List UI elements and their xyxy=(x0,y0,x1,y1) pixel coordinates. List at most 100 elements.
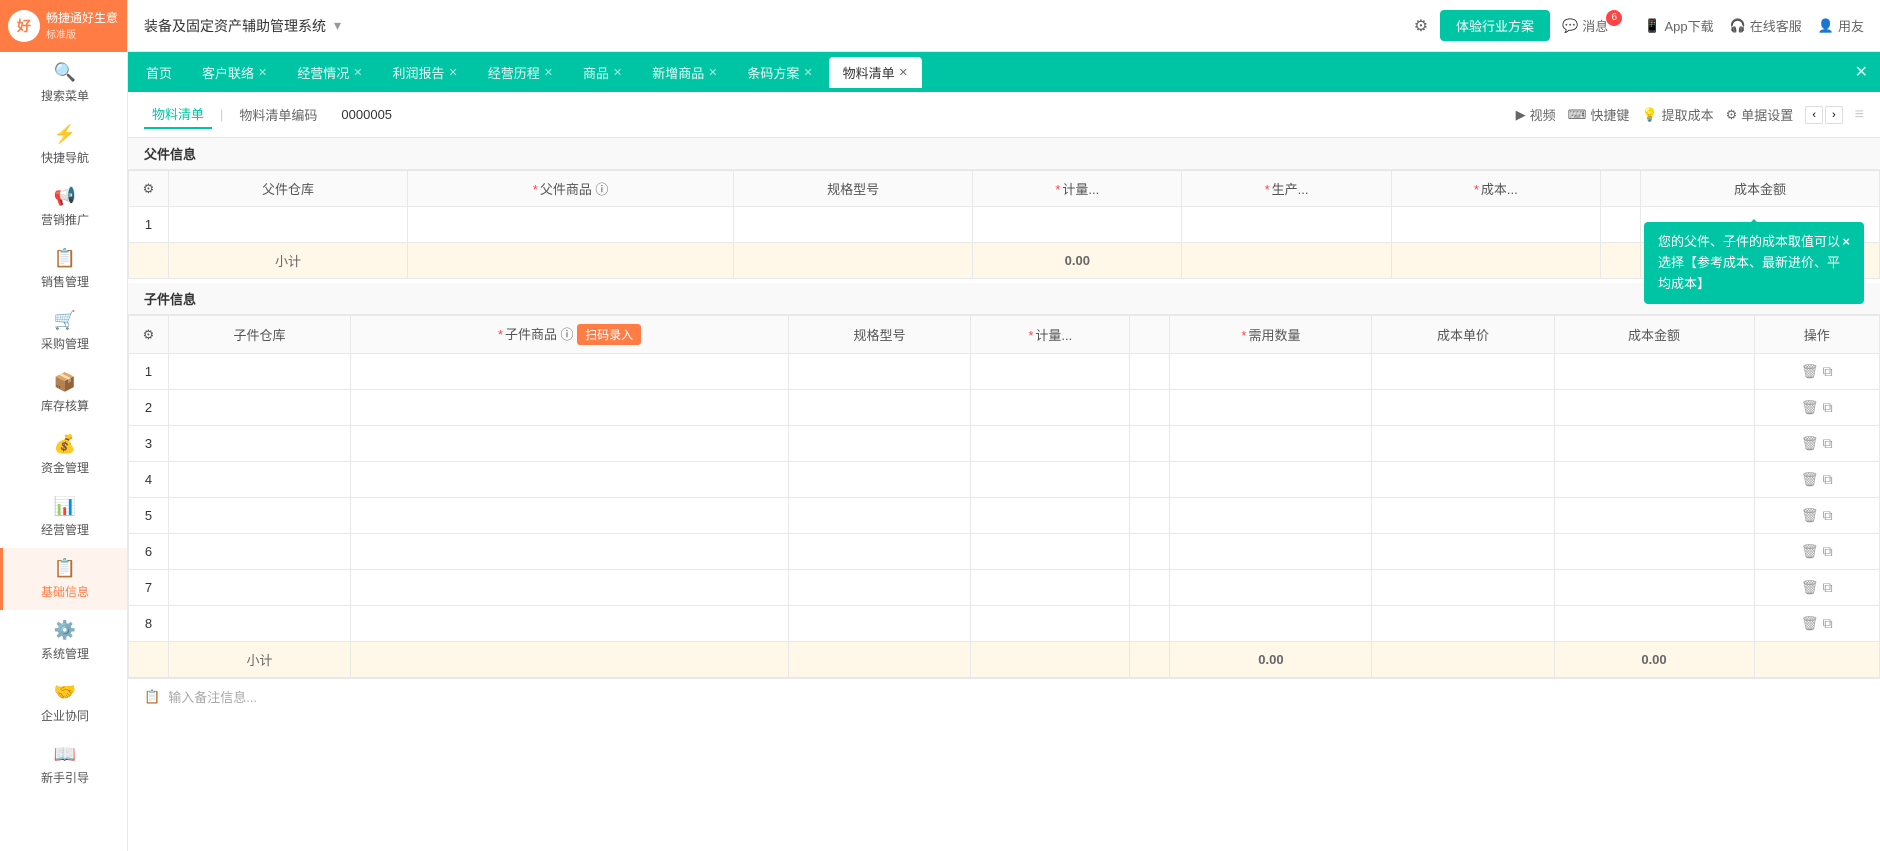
child-row1-delete-icon[interactable]: 🗑 xyxy=(1801,363,1819,380)
child-row1-unit-price[interactable] xyxy=(1372,354,1554,390)
child-row8-spec[interactable] xyxy=(788,606,970,642)
extract-cost-action[interactable]: 💡 提取成本 xyxy=(1641,105,1713,124)
child-row3-warehouse[interactable] xyxy=(169,426,351,462)
child-row3-spec[interactable] xyxy=(788,426,970,462)
nav-tab-新增商品[interactable]: 新增商品✕ xyxy=(638,57,731,88)
message-action[interactable]: 💬 消息 6 xyxy=(1562,16,1628,35)
child-row1-unit[interactable] xyxy=(971,354,1130,390)
parent-row1-warehouse[interactable] xyxy=(169,207,408,243)
sidebar-item-search[interactable]: 🔍搜索菜单 xyxy=(0,52,127,114)
child-row5-spec[interactable] xyxy=(788,498,970,534)
child-row2-product[interactable] xyxy=(351,390,789,426)
next-arrow[interactable]: › xyxy=(1825,106,1843,124)
sidebar-item-basic[interactable]: 📋基础信息 xyxy=(0,548,127,610)
child-row8-unit-price[interactable] xyxy=(1372,606,1554,642)
child-row1-warehouse[interactable] xyxy=(169,354,351,390)
child-row5-quantity[interactable] xyxy=(1170,498,1372,534)
child-row3-unit[interactable] xyxy=(971,426,1130,462)
child-row4-copy-icon[interactable]: ⧉ xyxy=(1823,471,1833,488)
child-row4-product[interactable] xyxy=(351,462,789,498)
child-row8-copy-icon[interactable]: ⧉ xyxy=(1823,615,1833,632)
child-row2-unit-price[interactable] xyxy=(1372,390,1554,426)
child-row2-unit[interactable] xyxy=(971,390,1130,426)
child-row7-copy-icon[interactable]: ⧉ xyxy=(1823,579,1833,596)
child-row7-unit[interactable] xyxy=(971,570,1130,606)
child-row1-product[interactable] xyxy=(351,354,789,390)
sidebar-item-purchase[interactable]: 🛒采购管理 xyxy=(0,300,127,362)
tab-close-客户联络[interactable]: ✕ xyxy=(258,66,267,79)
child-row7-spec[interactable] xyxy=(788,570,970,606)
child-row8-warehouse[interactable] xyxy=(169,606,351,642)
sidebar-item-operations[interactable]: 📊经营管理 xyxy=(0,486,127,548)
tab-close-新增商品[interactable]: ✕ xyxy=(708,66,717,79)
nav-tab-经营情况[interactable]: 经营情况✕ xyxy=(283,57,376,88)
child-row2-spec[interactable] xyxy=(788,390,970,426)
settings-icon[interactable]: ⚙ xyxy=(1414,16,1428,36)
trial-button[interactable]: 体验行业方案 xyxy=(1440,10,1550,41)
child-row2-copy-icon[interactable]: ⧉ xyxy=(1823,399,1833,416)
parent-row1-spec[interactable] xyxy=(734,207,973,243)
prev-arrow[interactable]: ‹ xyxy=(1805,106,1823,124)
child-row6-quantity[interactable] xyxy=(1170,534,1372,570)
child-row1-quantity[interactable] xyxy=(1170,354,1372,390)
sub-nav-wuliaolist[interactable]: 物料清单 xyxy=(144,100,212,129)
child-row4-quantity[interactable] xyxy=(1170,462,1372,498)
close-all-tabs-icon[interactable]: ✕ xyxy=(1847,62,1876,82)
child-row3-quantity[interactable] xyxy=(1170,426,1372,462)
sidebar-item-collab[interactable]: 🤝企业协同 xyxy=(0,672,127,734)
child-row2-warehouse[interactable] xyxy=(169,390,351,426)
shortcut-action[interactable]: ⌨ 快捷键 xyxy=(1568,105,1630,124)
child-row8-unit[interactable] xyxy=(971,606,1130,642)
parent-row1-cost[interactable] xyxy=(1391,207,1600,243)
child-row4-spec[interactable] xyxy=(788,462,970,498)
nav-tab-利润报告[interactable]: 利润报告✕ xyxy=(378,57,471,88)
child-row4-warehouse[interactable] xyxy=(169,462,351,498)
child-row5-copy-icon[interactable]: ⧉ xyxy=(1823,507,1833,524)
child-row8-quantity[interactable] xyxy=(1170,606,1372,642)
user-action[interactable]: 👤 用友 xyxy=(1818,16,1864,35)
tab-close-利润报告[interactable]: ✕ xyxy=(449,66,458,79)
nav-tab-物料清单[interactable]: 物料清单✕ xyxy=(829,57,922,88)
child-row3-delete-icon[interactable]: 🗑 xyxy=(1801,435,1819,452)
child-row6-spec[interactable] xyxy=(788,534,970,570)
child-row7-warehouse[interactable] xyxy=(169,570,351,606)
sidebar-item-newbie[interactable]: 📖新手引导 xyxy=(0,734,127,796)
child-row2-delete-icon[interactable]: 🗑 xyxy=(1801,399,1819,416)
child-row6-product[interactable] xyxy=(351,534,789,570)
child-row5-delete-icon[interactable]: 🗑 xyxy=(1801,507,1819,524)
child-row4-unit-price[interactable] xyxy=(1372,462,1554,498)
tab-close-条码方案[interactable]: ✕ xyxy=(803,66,812,79)
child-row7-unit-price[interactable] xyxy=(1372,570,1554,606)
sidebar-item-system[interactable]: ⚙️系统管理 xyxy=(0,610,127,672)
parent-row1-unit[interactable] xyxy=(973,207,1182,243)
sidebar-item-marketing[interactable]: 📢营销推广 xyxy=(0,176,127,238)
parent-th-settings[interactable]: ⚙ xyxy=(129,171,169,207)
child-row6-delete-icon[interactable]: 🗑 xyxy=(1801,543,1819,560)
child-row5-unit[interactable] xyxy=(971,498,1130,534)
child-row1-copy-icon[interactable]: ⧉ xyxy=(1823,363,1833,380)
scan-button[interactable]: 扫码录入 xyxy=(577,324,641,345)
sidebar-item-sales[interactable]: 📋销售管理 xyxy=(0,238,127,300)
app-download-action[interactable]: 📱 App下载 xyxy=(1644,16,1713,35)
child-row5-product[interactable] xyxy=(351,498,789,534)
child-row3-copy-icon[interactable]: ⧉ xyxy=(1823,435,1833,452)
single-settings-action[interactable]: ⚙ 单据设置 xyxy=(1726,105,1794,124)
nav-tab-首页[interactable]: 首页 xyxy=(132,57,186,88)
child-row5-unit-price[interactable] xyxy=(1372,498,1554,534)
child-row6-unit-price[interactable] xyxy=(1372,534,1554,570)
child-row7-delete-icon[interactable]: 🗑 xyxy=(1801,579,1819,596)
sidebar-item-inventory[interactable]: 📦库存核算 xyxy=(0,362,127,424)
child-th-settings[interactable]: ⚙ xyxy=(129,316,169,354)
parent-row1-production[interactable] xyxy=(1182,207,1391,243)
child-row2-quantity[interactable] xyxy=(1170,390,1372,426)
child-row1-spec[interactable] xyxy=(788,354,970,390)
child-row8-product[interactable] xyxy=(351,606,789,642)
sub-nav-wuliaocode[interactable]: 物料清单编码 xyxy=(231,101,325,128)
child-row8-delete-icon[interactable]: 🗑 xyxy=(1801,615,1819,632)
tooltip-close-button[interactable]: × xyxy=(1842,232,1850,253)
sidebar-item-finance[interactable]: 💰资金管理 xyxy=(0,424,127,486)
tab-close-商品[interactable]: ✕ xyxy=(613,66,622,79)
child-row6-warehouse[interactable] xyxy=(169,534,351,570)
child-row3-product[interactable] xyxy=(351,426,789,462)
child-row6-unit[interactable] xyxy=(971,534,1130,570)
